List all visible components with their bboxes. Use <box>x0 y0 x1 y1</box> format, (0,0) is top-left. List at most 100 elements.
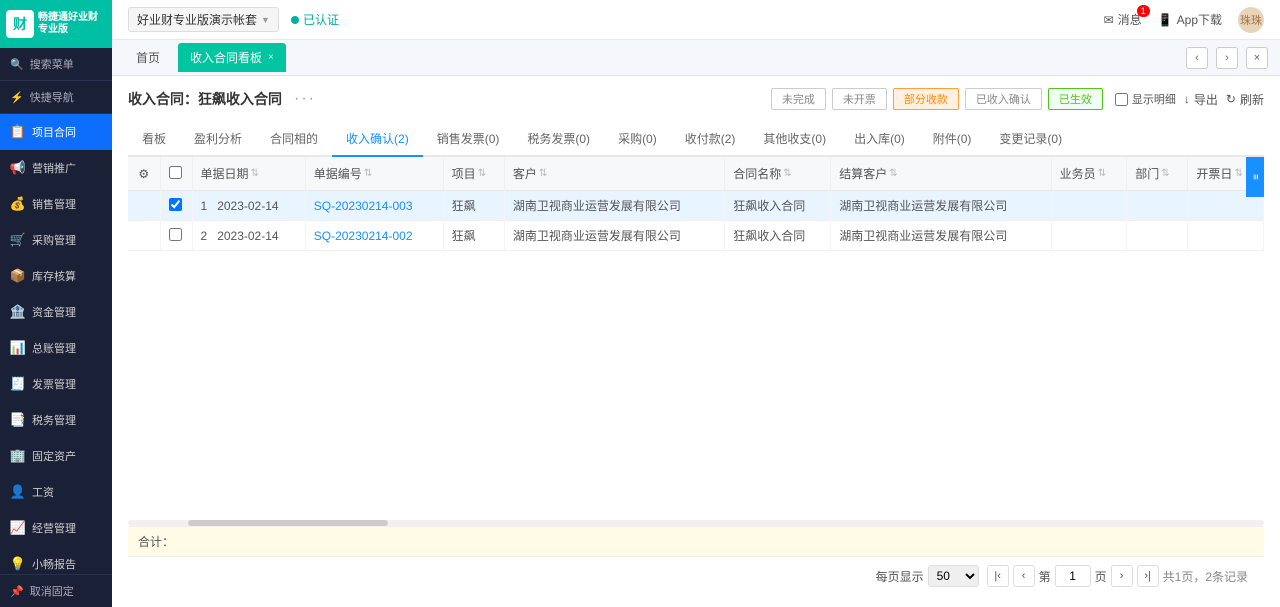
status-tag-confirmed[interactable]: 已收入确认 <box>965 88 1042 110</box>
col-end-customer[interactable]: 结算客户 ⇅ <box>831 157 1051 191</box>
row2-num: 2 2023-02-14 <box>192 221 305 251</box>
sidebar-item-inventory[interactable]: 📦 库存核算 <box>0 258 112 294</box>
col-number[interactable]: 单据编号 ⇅ <box>305 157 443 191</box>
chevron-down-icon: ▼ <box>261 15 270 25</box>
more-options-button[interactable]: ··· <box>294 90 316 108</box>
topbar: 好业财专业版演示帐套 ▼ 已认证 ✉ 消息 1 📱 App下载 珠珠 <box>112 0 1280 40</box>
sub-tab-income-confirm[interactable]: 收入确认(2) <box>332 122 423 157</box>
sub-tab-profit[interactable]: 盈利分析 <box>180 122 256 157</box>
page-first-button[interactable]: |‹ <box>987 565 1009 587</box>
status-tag-partial-receipt[interactable]: 部分收款 <box>893 88 959 110</box>
table-footer: 合计： <box>128 526 1264 556</box>
row2-number[interactable]: SQ-20230214-002 <box>305 221 443 251</box>
page-last-button[interactable]: ›| <box>1137 565 1159 587</box>
user-avatar[interactable]: 珠珠 <box>1238 7 1264 33</box>
tab-prev-button[interactable]: ‹ <box>1186 47 1208 69</box>
page-input[interactable] <box>1055 565 1091 587</box>
data-table: ⚙ 单据日期 ⇅ 单据编号 <box>128 157 1264 251</box>
tab-close-button[interactable]: × <box>1246 47 1268 69</box>
sidebar-item-sales[interactable]: 💰 销售管理 <box>0 186 112 222</box>
row1-number[interactable]: SQ-20230214-003 <box>305 191 443 221</box>
tab-income-contract[interactable]: 收入合同看板 × <box>178 43 286 72</box>
message-badge: 1 <box>1137 5 1150 17</box>
select-all-checkbox[interactable] <box>169 166 182 179</box>
row2-open-date <box>1188 221 1264 251</box>
col-contract[interactable]: 合同名称 ⇅ <box>725 157 831 191</box>
col-checkbox <box>160 157 192 191</box>
row1-checkbox[interactable] <box>160 191 192 221</box>
message-button[interactable]: ✉ 消息 1 <box>1104 11 1142 28</box>
tab-next-button[interactable]: › <box>1216 47 1238 69</box>
col-customer[interactable]: 客户 ⇅ <box>504 157 724 191</box>
sidebar-item-report[interactable]: 💡 小畅报告 <box>0 546 112 574</box>
sub-tab-purchase[interactable]: 采购(0) <box>604 122 671 157</box>
sidebar-item-assets[interactable]: 🏢 固定资产 <box>0 438 112 474</box>
page-prev-button[interactable]: ‹ <box>1013 565 1035 587</box>
col-sales[interactable]: 业务员 ⇅ <box>1051 157 1127 191</box>
row1-checkbox-input[interactable] <box>169 198 182 211</box>
col-date[interactable]: 单据日期 ⇅ <box>192 157 305 191</box>
app-download-button[interactable]: 📱 App下载 <box>1158 11 1222 28</box>
sub-tab-attachment[interactable]: 附件(0) <box>919 122 986 157</box>
inventory-icon: 📦 <box>10 268 26 284</box>
project-icon: 📋 <box>10 124 26 140</box>
sidebar-item-general[interactable]: 📊 总账管理 <box>0 330 112 366</box>
hr-icon: 👤 <box>10 484 26 500</box>
status-tag-effective[interactable]: 已生效 <box>1048 88 1103 110</box>
row2-gear <box>128 221 160 251</box>
row2-dept <box>1127 221 1188 251</box>
sub-tabs: 看板 盈利分析 合同相的 收入确认(2) 销售发票(0) 税务发票(0) 采购(… <box>128 122 1264 157</box>
sidebar-item-ops[interactable]: 📈 经营管理 <box>0 510 112 546</box>
row1-sales <box>1051 191 1127 221</box>
detail-checkbox-input[interactable] <box>1115 93 1128 106</box>
sub-tab-sales-invoice[interactable]: 销售发票(0) <box>423 122 514 157</box>
sort-end-customer-icon: ⇅ <box>889 168 897 179</box>
per-page-label: 每页显示 <box>876 568 924 585</box>
table-row[interactable]: 2 2023-02-14 SQ-20230214-002 狂飙 湖南卫视商业运营… <box>128 221 1264 251</box>
export-button[interactable]: ↓ 导出 <box>1184 91 1218 108</box>
sidebar-item-hr[interactable]: 👤 工资 <box>0 474 112 510</box>
sub-tab-changes[interactable]: 变更记录(0) <box>985 122 1076 157</box>
sub-tab-board[interactable]: 看板 <box>128 122 180 157</box>
sidebar-item-project[interactable]: 📋 项目合同 <box>0 114 112 150</box>
row2-end-customer: 湖南卫视商业运营发展有限公司 <box>831 221 1051 251</box>
pin-icon: 📌 <box>10 585 24 598</box>
sub-tab-other[interactable]: 其他收支(0) <box>749 122 840 157</box>
per-page-select[interactable]: 50 100 200 <box>928 565 979 587</box>
sidebar-item-invoice[interactable]: 🧾 发票管理 <box>0 366 112 402</box>
sidebar-quick-nav[interactable]: ⚡ 快捷导航 <box>0 81 112 114</box>
content-title: 收入合同：狂飙收入合同 <box>128 89 282 109</box>
sidebar-item-marketing[interactable]: 📢 营销推广 <box>0 150 112 186</box>
row2-checkbox[interactable] <box>160 221 192 251</box>
sidebar-item-fund[interactable]: 🏦 资金管理 <box>0 294 112 330</box>
logo: 财 畅捷通好业财 专业版 <box>0 0 112 48</box>
sidebar-item-tax[interactable]: 📑 税务管理 <box>0 402 112 438</box>
status-tag-uninvoiced[interactable]: 未开票 <box>832 88 887 110</box>
tab-navigation: ‹ › × <box>1186 47 1268 69</box>
company-name: 好业财专业版演示帐套 <box>137 11 257 28</box>
side-detail-button[interactable]: ≡ <box>1246 157 1264 197</box>
col-project[interactable]: 项目 ⇅ <box>443 157 504 191</box>
table-row[interactable]: 1 2023-02-14 SQ-20230214-003 狂飙 湖南卫视商业运营… <box>128 191 1264 221</box>
header-actions: 显示明细 ↓ 导出 ↻ 刷新 <box>1115 91 1264 108</box>
status-tag-incomplete[interactable]: 未完成 <box>771 88 826 110</box>
certified-dot <box>291 16 299 24</box>
tab-close-icon[interactable]: × <box>268 52 274 63</box>
page-next-button[interactable]: › <box>1111 565 1133 587</box>
sidebar-pin-toggle[interactable]: 📌 取消固定 <box>0 574 112 607</box>
row2-checkbox-input[interactable] <box>169 228 182 241</box>
gear-icon[interactable]: ⚙ <box>138 167 149 181</box>
sub-tab-tax-invoice[interactable]: 税务发票(0) <box>513 122 604 157</box>
show-detail-checkbox[interactable]: 显示明细 <box>1115 91 1176 107</box>
sidebar-search[interactable]: 🔍 搜索菜单 <box>0 48 112 81</box>
col-dept[interactable]: 部门 ⇅ <box>1127 157 1188 191</box>
sidebar-item-purchase[interactable]: 🛒 采购管理 <box>0 222 112 258</box>
row1-customer: 湖南卫视商业运营发展有限公司 <box>504 191 724 221</box>
sub-tab-warehouse[interactable]: 出入库(0) <box>840 122 919 157</box>
col-settings[interactable]: ⚙ <box>128 157 160 191</box>
tab-home[interactable]: 首页 <box>124 43 172 72</box>
refresh-button[interactable]: ↻ 刷新 <box>1226 91 1264 108</box>
company-selector[interactable]: 好业财专业版演示帐套 ▼ <box>128 7 279 32</box>
sub-tab-contract[interactable]: 合同相的 <box>256 122 332 157</box>
sub-tab-payment[interactable]: 收付款(2) <box>671 122 750 157</box>
